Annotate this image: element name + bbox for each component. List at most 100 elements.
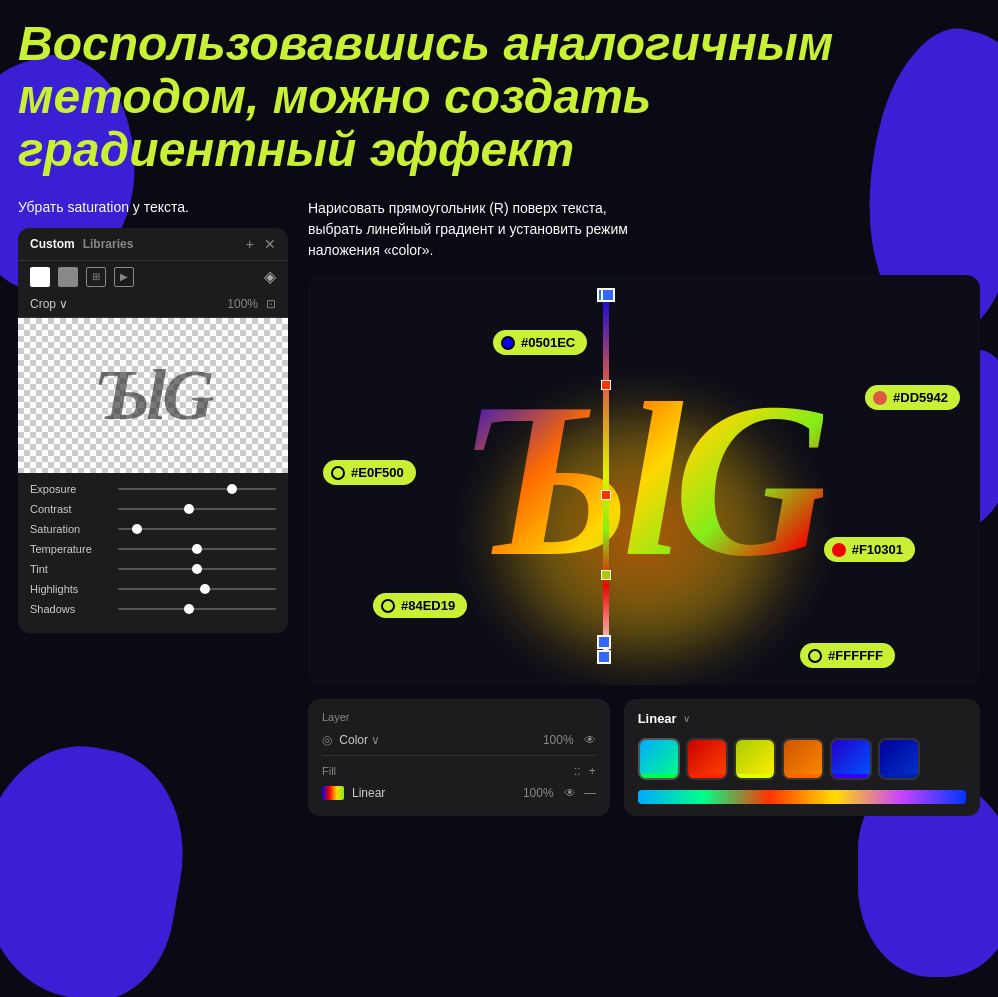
bottom-row: Layer ◎ Color ∨ 100% 👁 Fill ::: [308, 699, 980, 816]
swatch-5[interactable]: [830, 738, 872, 780]
add-icon[interactable]: +: [246, 236, 254, 252]
art-canvas: ЪlG #0501EC: [308, 275, 980, 685]
flame-art-text: ЪlG: [465, 370, 822, 590]
slider-thumb-contrast[interactable]: [184, 504, 194, 514]
handle-mid1[interactable]: [601, 380, 611, 390]
swatch-1[interactable]: [638, 738, 680, 780]
gradient-panel-header: Linear ∨: [638, 711, 966, 726]
color-pill-e0f500[interactable]: #E0F500: [323, 460, 416, 485]
handle-mid2[interactable]: [601, 490, 611, 500]
adjustment-row-contrast: Contrast: [30, 503, 276, 515]
adjustment-row-highlights: Highlights: [30, 583, 276, 595]
panel-toolbar: Custom Libraries + ✕: [18, 228, 288, 261]
slider-track-highlights[interactable]: [118, 588, 276, 590]
adj-label-contrast: Contrast: [30, 503, 110, 515]
left-panel: Убрать saturation у текста. Custom Libra…: [18, 198, 288, 633]
swatch-2[interactable]: [686, 738, 728, 780]
preview-area: ЪlG: [18, 318, 288, 473]
swatch-4[interactable]: [782, 738, 824, 780]
right-panel: Нарисовать прямоугольник (R) поверх текс…: [308, 198, 980, 816]
right-instruction: Нарисовать прямоугольник (R) поверх текс…: [308, 198, 648, 261]
adj-label-highlights: Highlights: [30, 583, 110, 595]
type-icons-row: ⊞ ▶ ◈: [18, 261, 288, 293]
color-pill-dd5942[interactable]: #DD5942: [865, 385, 960, 410]
color-pill-ffffff[interactable]: #FFFFFF: [800, 643, 895, 668]
slider-track-shadows[interactable]: [118, 608, 276, 610]
gradient-panel-title: Linear: [638, 711, 677, 726]
left-instruction: Убрать saturation у текста.: [18, 198, 288, 218]
handle-bottom-left[interactable]: [597, 635, 611, 649]
swatch-indicator-3: [736, 774, 774, 778]
minus-icon[interactable]: —: [584, 786, 596, 800]
slider-track-temperature[interactable]: [118, 548, 276, 550]
figma-panel: Custom Libraries + ✕ ⊞ ▶ ◈: [18, 228, 288, 633]
slider-track-tint[interactable]: [118, 568, 276, 570]
linear-row: Linear 100% 👁 —: [322, 786, 596, 800]
pill-label-84ed19: #84ED19: [401, 598, 455, 613]
crop-row: Crop ∨ 100% ⊡: [18, 293, 288, 318]
grid-icon[interactable]: ::: [574, 764, 581, 778]
image-icon[interactable]: ⊞: [86, 267, 106, 287]
slider-track-contrast[interactable]: [118, 508, 276, 510]
layer-color-row: ◎ Color ∨ 100% 👁: [322, 733, 596, 747]
plus-icon[interactable]: +: [589, 764, 596, 778]
close-icon[interactable]: ✕: [264, 236, 276, 252]
color-pill-84ed19[interactable]: #84ED19: [373, 593, 467, 618]
crop-percent: 100%: [227, 297, 258, 311]
play-icon[interactable]: ▶: [114, 267, 134, 287]
pill-label-f10301: #F10301: [852, 542, 903, 557]
handle-top-right[interactable]: [601, 288, 615, 302]
chevron-down-icon[interactable]: ∨: [683, 713, 690, 724]
slider-thumb-saturation[interactable]: [132, 524, 142, 534]
linear-label: Linear: [352, 786, 523, 800]
swatch-indicator-2: [688, 774, 726, 778]
color-pill-0501ec[interactable]: #0501EC: [493, 330, 587, 355]
pill-ring-e0f500: [331, 466, 345, 480]
color-dot-icon: ◎: [322, 733, 332, 747]
white-square-icon[interactable]: [30, 267, 50, 287]
pill-ring-84ed19: [381, 599, 395, 613]
fill-visibility-icon[interactable]: 👁: [564, 786, 576, 800]
pill-label-ffffff: #FFFFFF: [828, 648, 883, 663]
slider-thumb-highlights[interactable]: [200, 584, 210, 594]
adj-label-saturation: Saturation: [30, 523, 110, 535]
slider-thumb-shadows[interactable]: [184, 604, 194, 614]
tab-libraries[interactable]: Libraries: [83, 237, 134, 251]
adj-label-exposure: Exposure: [30, 483, 110, 495]
crop-label[interactable]: Crop ∨: [30, 297, 68, 311]
page-title: Воспользовавшись аналогичным методом, мо…: [18, 18, 838, 176]
slider-track-saturation[interactable]: [118, 528, 276, 530]
expand-icon[interactable]: ⊡: [266, 297, 276, 311]
slider-thumb-tint[interactable]: [192, 564, 202, 574]
preview-art-text: ЪlG: [96, 354, 211, 437]
gray-square-icon[interactable]: [58, 267, 78, 287]
layer-title: Layer: [322, 711, 596, 723]
slider-thumb-temperature[interactable]: [192, 544, 202, 554]
linear-percent: 100%: [523, 786, 554, 800]
swatch-3[interactable]: [734, 738, 776, 780]
layer-panel: Layer ◎ Color ∨ 100% 👁 Fill ::: [308, 699, 610, 816]
adj-label-temperature: Temperature: [30, 543, 110, 555]
visibility-icon[interactable]: 👁: [584, 733, 596, 747]
gradient-bar: [638, 790, 966, 804]
adjustment-row-exposure: Exposure: [30, 483, 276, 495]
dropper-icon[interactable]: ◈: [264, 267, 276, 286]
pill-dot-f10301: [832, 543, 846, 557]
slider-track-exposure[interactable]: [118, 488, 276, 490]
adjustment-row-saturation: Saturation: [30, 523, 276, 535]
handle-mid3[interactable]: [601, 570, 611, 580]
pill-label-dd5942: #DD5942: [893, 390, 948, 405]
swatch-indicator-4: [784, 774, 822, 778]
tab-custom[interactable]: Custom: [30, 237, 75, 251]
swatch-6[interactable]: [878, 738, 920, 780]
adj-label-shadows: Shadows: [30, 603, 110, 615]
handle-bottom-right[interactable]: [597, 650, 611, 664]
adjustments-panel: ExposureContrastSaturationTemperatureTin…: [18, 473, 288, 633]
pill-ring-ffffff: [808, 649, 822, 663]
color-pill-f10301[interactable]: #F10301: [824, 537, 915, 562]
slider-thumb-exposure[interactable]: [227, 484, 237, 494]
pill-dot-0501ec: [501, 336, 515, 350]
swatch-indicator-1: [640, 774, 678, 778]
gradient-swatches: [638, 738, 966, 780]
pill-dot-dd5942: [873, 391, 887, 405]
